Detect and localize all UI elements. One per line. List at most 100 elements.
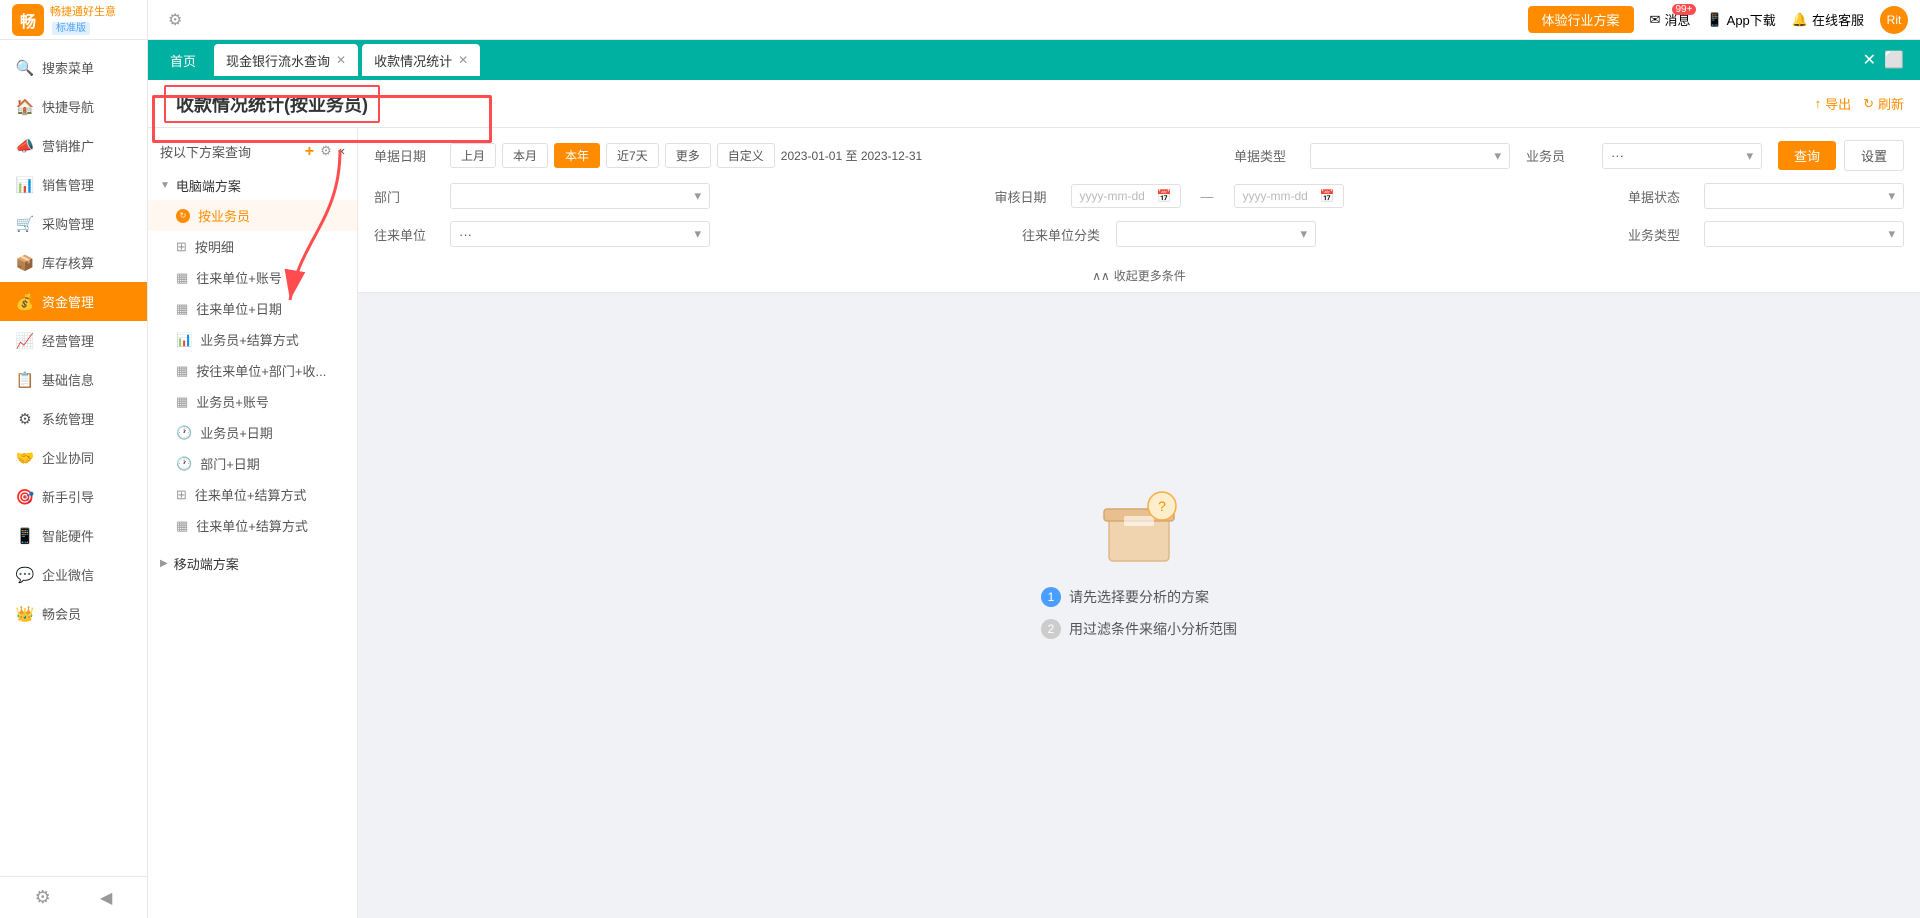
scheme-item-inner-icon: ↻ (180, 211, 187, 220)
collapse-label: 收起更多条件 (1114, 267, 1186, 284)
home-icon: 🏠 (16, 98, 34, 116)
tab-bank-flow[interactable]: 现金银行流水查询 ✕ (214, 44, 358, 76)
scheme-item-label: 往来单位+结算方式 (196, 516, 308, 535)
partner-category-select[interactable]: ▾ (1116, 221, 1316, 247)
export-button[interactable]: ↑ 导出 (1815, 94, 1852, 113)
scheme-collapse-icon[interactable]: « (338, 143, 345, 161)
sidebar-item-system[interactable]: ⚙ 系统管理 (0, 399, 147, 438)
sidebar-item-wechat[interactable]: 💬 企业微信 (0, 555, 147, 594)
sidebar-item-purchase[interactable]: 🛒 采购管理 (0, 204, 147, 243)
system-icon: ⚙ (16, 410, 34, 428)
partner-arrow: ▾ (694, 226, 701, 242)
voucher-type-select[interactable]: ▾ (1310, 143, 1510, 169)
collapse-bar[interactable]: ∧∧ 收起更多条件 (374, 259, 1904, 292)
doc-status-select[interactable]: ▾ (1704, 183, 1904, 209)
setting-button[interactable]: 设置 (1844, 140, 1904, 171)
date-btn-this-month[interactable]: 本月 (502, 143, 548, 168)
review-date-start[interactable]: yyyy-mm-dd 📅 (1071, 184, 1181, 208)
sidebar-item-label: 营销推广 (42, 136, 94, 155)
trial-button[interactable]: 体验行业方案 (1528, 6, 1634, 33)
scheme-item-dept-date[interactable]: 🕐 部门+日期 (148, 448, 357, 479)
salesperson-select[interactable]: ··· ▾ (1602, 143, 1762, 169)
logo-text: 畅捷通好生意 (50, 5, 116, 19)
sidebar-item-warehouse[interactable]: 📦 库存核算 (0, 243, 147, 282)
scheme-item-salesperson-date[interactable]: 🕐 业务员+日期 (148, 417, 357, 448)
sidebar-item-label: 智能硬件 (42, 526, 94, 545)
scheme-add-icon[interactable]: + (305, 143, 314, 161)
sidebar-item-enterprise[interactable]: 🤝 企业协同 (0, 438, 147, 477)
scheme-item-partner-settle2[interactable]: ▦ 往来单位+结算方式 (148, 510, 357, 541)
sidebar-item-member[interactable]: 👑 畅会员 (0, 594, 147, 633)
desktop-group-label: 电脑端方案 (176, 176, 241, 195)
sidebar-item-search-menu[interactable]: 🔍 搜索菜单 (0, 48, 147, 87)
logo-tag: 标准版 (52, 22, 90, 35)
sidebar-item-guide[interactable]: 🎯 新手引导 (0, 477, 147, 516)
scheme-group-desktop-title[interactable]: ▼ 电脑端方案 (148, 171, 357, 200)
scheme-group-mobile-title[interactable]: ▶ 移动端方案 (148, 549, 357, 578)
tab-bar-right: ✕ ⬜ (1863, 50, 1912, 70)
tab-collection-stat-close[interactable]: ✕ (458, 53, 468, 67)
tab-bar: 首页 现金银行流水查询 ✕ 收款情况统计 ✕ ✕ ⬜ (148, 40, 1920, 80)
sidebar-item-basic-info[interactable]: 📋 基础信息 (0, 360, 147, 399)
sidebar-item-marketing[interactable]: 📣 营销推广 (0, 126, 147, 165)
service-icon: 🔔 (1792, 12, 1808, 28)
scheme-item-label: 按往来单位+部门+收... (196, 361, 326, 380)
collapse-sidebar-icon[interactable]: ◀ (100, 888, 112, 908)
refresh-button[interactable]: ↻ 刷新 (1863, 94, 1904, 113)
scheme-item-salesperson-settle[interactable]: 📊 业务员+结算方式 (148, 324, 357, 355)
filter-panel: 单据日期 上月 本月 本年 近7天 更多 自定义 2023-01-01 至 20… (358, 128, 1920, 293)
scheme-clock-icon: 🕐 (176, 425, 192, 441)
date-btn-last-month[interactable]: 上月 (450, 143, 496, 168)
date-btn-this-year[interactable]: 本年 (554, 143, 600, 168)
member-icon: 👑 (16, 605, 34, 623)
scheme-item-label: 部门+日期 (200, 454, 260, 473)
notification-area[interactable]: ✉ 消息 99+ (1650, 10, 1691, 29)
scheme-item-partner-date[interactable]: ▦ 往来单位+日期 (148, 293, 357, 324)
settings-icon[interactable]: ⚙ (35, 887, 51, 908)
partner-select[interactable]: ··· ▾ (450, 221, 710, 247)
tab-home[interactable]: 首页 (156, 40, 210, 80)
sidebar-item-label: 搜索菜单 (42, 58, 94, 77)
sidebar-item-finance[interactable]: 💰 资金管理 (0, 282, 147, 321)
empty-area: ? 1 请先选择要分析的方案 2 用过滤条件来缩小分析范围 (1041, 293, 1237, 838)
tab-collection-stat[interactable]: 收款情况统计 ✕ (362, 44, 480, 76)
mobile-group-label: 移动端方案 (174, 554, 239, 573)
scheme-item-detail[interactable]: ⊞ 按明细 (148, 231, 357, 262)
date-btn-7days[interactable]: 近7天 (606, 143, 659, 168)
user-avatar[interactable]: Rit (1880, 6, 1908, 34)
biz-type-select[interactable]: ▾ (1704, 221, 1904, 247)
scheme-item-label: 业务员+账号 (196, 392, 269, 411)
sidebar-item-business[interactable]: 📈 经营管理 (0, 321, 147, 360)
settings-gear-icon[interactable]: ⚙ (168, 10, 182, 30)
sidebar-item-sales[interactable]: 📊 销售管理 (0, 165, 147, 204)
sidebar-item-hardware[interactable]: 📱 智能硬件 (0, 516, 147, 555)
empty-hint: 1 请先选择要分析的方案 2 用过滤条件来缩小分析范围 (1041, 587, 1237, 651)
scheme-item-partner-settle1[interactable]: ⊞ 往来单位+结算方式 (148, 479, 357, 510)
app-download[interactable]: 📱 App下载 (1706, 10, 1775, 29)
scheme-item-salesperson-account[interactable]: ▦ 业务员+账号 (148, 386, 357, 417)
more-dots-icon: ··· (1611, 148, 1624, 163)
query-button[interactable]: 查询 (1778, 141, 1836, 170)
scheme-setting-icon[interactable]: ⚙ (320, 143, 332, 161)
dept-select[interactable]: ▾ (450, 183, 710, 209)
maximize-icon[interactable]: ⬜ (1884, 50, 1904, 70)
sidebar-bottom: ⚙ ◀ (0, 876, 147, 918)
scheme-item-label: 按业务员 (198, 206, 250, 225)
scheme-table-icon: ▦ (176, 363, 188, 379)
sidebar-item-quick-nav[interactable]: 🏠 快捷导航 (0, 87, 147, 126)
page-header: 收款情况统计(按业务员) ↑ 导出 ↻ 刷新 (148, 80, 1920, 128)
scheme-account-icon: ▦ (176, 394, 188, 410)
empty-illustration: ? (1094, 481, 1184, 571)
sidebar-item-label: 企业微信 (42, 565, 94, 584)
scheme-item-partner-account[interactable]: ▦ 往来单位+账号 (148, 262, 357, 293)
date-btn-more[interactable]: 更多 (665, 143, 711, 168)
close-window-icon[interactable]: ✕ (1863, 50, 1876, 70)
date-btn-custom[interactable]: 自定义 (717, 143, 775, 168)
scheme-item-partner-dept[interactable]: ▦ 按往来单位+部门+收... (148, 355, 357, 386)
review-date-end[interactable]: yyyy-mm-dd 📅 (1234, 184, 1344, 208)
online-service[interactable]: 🔔 在线客服 (1792, 10, 1864, 29)
scheme-item-by-salesperson[interactable]: ↻ 按业务员 (148, 200, 357, 231)
partner-category-label: 往来单位分类 (1022, 225, 1100, 244)
tab-bank-flow-close[interactable]: ✕ (336, 53, 346, 67)
download-icon: 📱 (1706, 12, 1722, 28)
